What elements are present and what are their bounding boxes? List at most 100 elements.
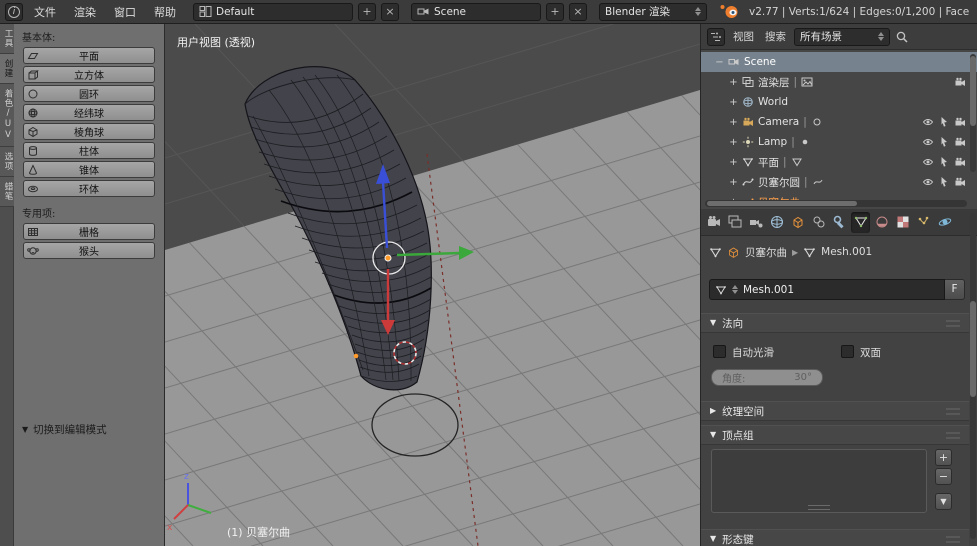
outliner-editor-type-icon[interactable] [707,28,725,46]
outliner-row-render-layers[interactable]: + 渲染层 | [701,72,977,92]
outliner-horizontal-scrollbar[interactable] [705,200,967,207]
toolshelf-tab-tools[interactable]: 工具 [0,24,14,54]
panel-header-normals[interactable]: ▼ 法向 [701,313,969,333]
render-engine-dropdown[interactable]: Blender 渲染 [599,3,707,21]
tab-data[interactable] [851,212,870,233]
eye-icon[interactable] [922,116,934,128]
scrollbar-thumb[interactable] [707,201,857,206]
breadcrumb-data-name[interactable]: Mesh.001 [821,246,872,258]
tab-texture[interactable] [893,212,912,233]
info-editor-icon[interactable]: i [5,3,23,21]
tab-particles[interactable] [914,212,933,233]
outliner-menu-view[interactable]: 视图 [730,29,757,44]
tab-object[interactable] [788,212,807,233]
add-layout-button[interactable]: + [358,3,376,21]
toolshelf-tab-create[interactable]: 创建 [0,54,14,84]
vertex-groups-list[interactable] [711,449,927,513]
add-cylinder-button[interactable]: 柱体 [23,142,155,159]
double-sided-checkbox[interactable] [841,345,854,358]
restrict-render-icon[interactable] [954,116,966,128]
delete-scene-button[interactable]: × [569,3,587,21]
panel-header-vertex-groups[interactable]: ▼ 顶点组 [701,425,969,445]
restrict-render-icon[interactable] [954,76,966,88]
eye-icon[interactable] [922,176,934,188]
add-plane-button[interactable]: 平面 [23,47,155,64]
restrict-render-icon[interactable] [954,176,966,188]
outliner-row-camera[interactable]: + Camera | [701,112,977,132]
panel-drag-grip[interactable] [946,408,960,415]
cursor-select-icon[interactable] [938,116,950,128]
expander-icon[interactable]: + [729,177,738,188]
restrict-render-icon[interactable] [954,156,966,168]
expander-icon[interactable]: + [729,77,738,88]
add-uv-sphere-button[interactable]: 经纬球 [23,104,155,121]
vertex-group-specials-button[interactable]: ▼ [935,493,952,510]
eye-icon[interactable] [922,136,934,148]
scene-selector[interactable]: Scene [411,3,541,21]
collapse-arrow-icon: ▼ [710,431,716,439]
add-grid-button[interactable]: 栅格 [23,223,155,240]
toggle-edit-mode[interactable]: ▼ 切换到编辑模式 [22,422,107,437]
screen-layout-selector[interactable]: Default [193,3,353,21]
scrollbar-thumb[interactable] [970,56,976,126]
toolshelf-tab-grease-pencil[interactable]: 蜡笔 [0,177,14,207]
auto-smooth-checkbox[interactable] [713,345,726,358]
outliner-row-world[interactable]: + World [701,92,977,112]
panel-drag-grip[interactable] [946,432,960,439]
outliner-row-lamp[interactable]: + Lamp | [701,132,977,152]
mesh-name-field[interactable]: Mesh.001 [709,279,945,300]
add-torus-button[interactable]: 环体 [23,180,155,197]
search-icon[interactable] [895,30,909,44]
tab-render-layers[interactable] [725,212,744,233]
remove-vertex-group-button[interactable]: − [935,468,952,485]
outliner-menu-search[interactable]: 搜索 [762,29,789,44]
panel-drag-grip[interactable] [946,536,960,543]
tab-world[interactable] [767,212,786,233]
fake-user-button[interactable]: F [945,279,965,300]
outliner-row-plane[interactable]: + 平面 | [701,152,977,172]
toolshelf-tab-shading-uv[interactable]: 着色/UV [0,84,14,147]
tab-render[interactable] [704,212,723,233]
add-vertex-group-button[interactable]: + [935,449,952,466]
panel-header-shape-keys[interactable]: ▼ 形态键 [701,529,969,546]
add-monkey-button[interactable]: 猴头 [23,242,155,259]
expander-icon[interactable]: + [729,97,738,108]
properties-vertical-scrollbar[interactable] [970,213,976,539]
tab-physics[interactable] [935,212,954,233]
outliner-row-bezier-circle[interactable]: + 贝塞尔圆 | [701,172,977,192]
tab-scene[interactable] [746,212,765,233]
tab-constraints[interactable] [809,212,828,233]
cursor-select-icon[interactable] [938,136,950,148]
expander-icon[interactable]: − [715,57,724,68]
restrict-render-icon[interactable] [954,136,966,148]
datablock-browse-icon[interactable] [732,285,738,294]
tab-material[interactable] [872,212,891,233]
tab-modifiers[interactable] [830,212,849,233]
outliner-row-scene[interactable]: − Scene [701,52,977,72]
expander-icon[interactable]: + [729,117,738,128]
scrollbar-thumb[interactable] [970,301,976,397]
breadcrumb-object-name[interactable]: 贝塞尔曲 [745,245,787,260]
add-ico-sphere-button[interactable]: 棱角球 [23,123,155,140]
menu-file[interactable]: 文件 [27,1,63,23]
add-cube-button[interactable]: 立方体 [23,66,155,83]
add-circle-button[interactable]: 圆环 [23,85,155,102]
panel-header-texture-space[interactable]: ▶ 纹理空间 [701,401,969,421]
toolshelf-tab-options[interactable]: 选项 [0,147,14,177]
expander-icon[interactable]: + [729,157,738,168]
delete-layout-button[interactable]: × [381,3,399,21]
add-scene-button[interactable]: + [546,3,564,21]
outliner-vertical-scrollbar[interactable] [970,54,976,172]
cursor-select-icon[interactable] [938,156,950,168]
add-cone-button[interactable]: 锥体 [23,161,155,178]
panel-drag-grip[interactable] [946,320,960,327]
list-resize-grip[interactable] [808,505,830,510]
menu-render[interactable]: 渲染 [67,1,103,23]
eye-icon[interactable] [922,156,934,168]
menu-help[interactable]: 帮助 [147,1,183,23]
outliner-display-mode-dropdown[interactable]: 所有场景 [794,28,890,46]
expander-icon[interactable]: + [729,137,738,148]
menu-window[interactable]: 窗口 [107,1,143,23]
viewport-3d[interactable]: z x 用户视图 (透视) (1) 贝塞尔曲 [165,24,700,546]
cursor-select-icon[interactable] [938,176,950,188]
